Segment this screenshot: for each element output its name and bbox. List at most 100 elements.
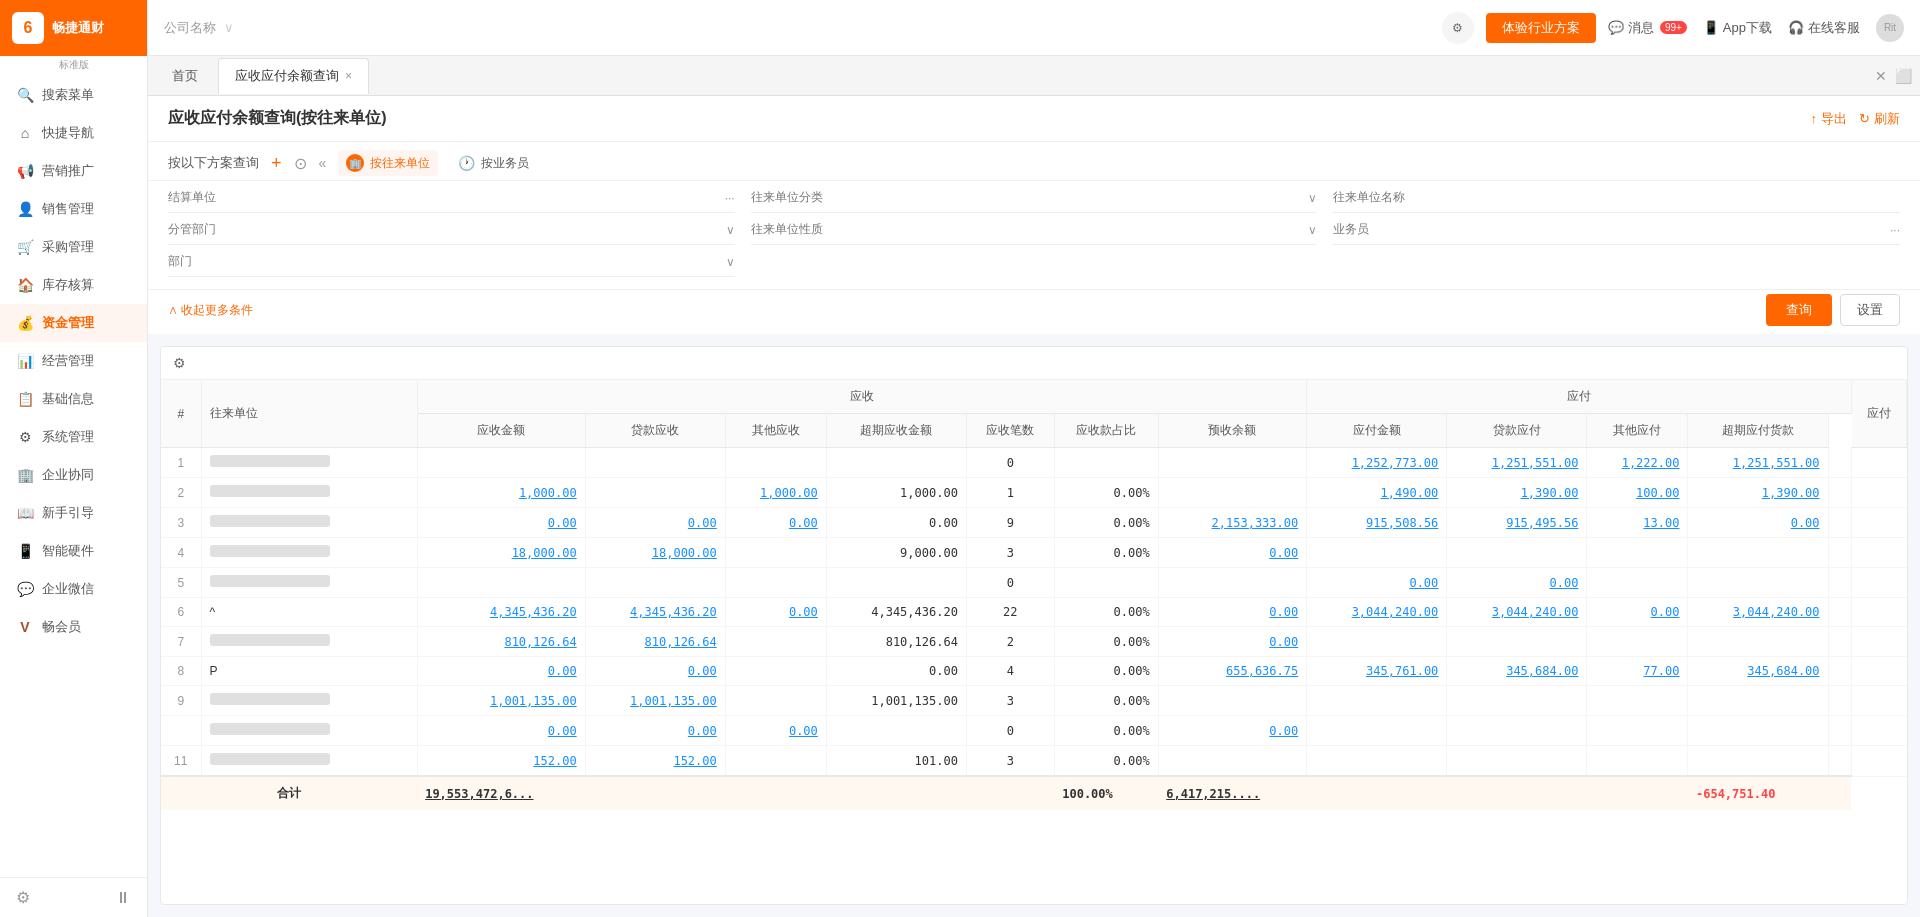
sidebar-item-search[interactable]: 🔍 搜索菜单 xyxy=(0,76,147,114)
table-cell[interactable]: 4,345,436.20 xyxy=(417,598,585,627)
partner-name-input[interactable] xyxy=(1413,191,1900,205)
table-cell[interactable]: 810,126.64 xyxy=(585,627,725,657)
tab-home[interactable]: 首页 xyxy=(156,58,214,94)
table-cell[interactable]: 1,390.00 xyxy=(1688,478,1828,508)
add-scheme-icon[interactable]: + xyxy=(271,153,282,174)
promo-button[interactable]: 体验行业方案 xyxy=(1486,13,1596,43)
table-cell[interactable]: 0.00 xyxy=(417,657,585,686)
sidebar-item-purchase[interactable]: 🛒 采购管理 xyxy=(0,228,147,266)
table-cell[interactable]: 0.00 xyxy=(585,657,725,686)
table-cell[interactable]: 1,490.00 xyxy=(1307,478,1447,508)
service-button[interactable]: 🎧 在线客服 xyxy=(1788,19,1860,37)
sidebar-item-system[interactable]: ⚙ 系统管理 xyxy=(0,418,147,456)
sidebar-item-quick[interactable]: ⌂ 快捷导航 xyxy=(0,114,147,152)
table-cell[interactable]: 0.00 xyxy=(1158,538,1307,568)
table-cell[interactable]: 0.00 xyxy=(1158,716,1307,746)
table-cell[interactable]: 0.00 xyxy=(725,598,826,627)
scheme-by-salesperson[interactable]: 🕐 按业务员 xyxy=(450,151,537,176)
table-cell[interactable]: 0.00 xyxy=(585,508,725,538)
sidebar-item-finance[interactable]: 💰 资金管理 xyxy=(0,304,147,342)
table-cell[interactable]: 345,761.00 xyxy=(1307,657,1447,686)
app-download-button[interactable]: 📱 App下载 xyxy=(1703,19,1772,37)
table-cell[interactable]: 3,044,240.00 xyxy=(1307,598,1447,627)
table-cell[interactable]: 915,508.56 xyxy=(1307,508,1447,538)
table-cell[interactable]: 1,222.00 xyxy=(1587,448,1688,478)
collapse-sidebar-icon[interactable]: ⏸ xyxy=(115,889,131,907)
tab-close-icon[interactable]: × xyxy=(345,70,352,82)
dept-input[interactable] xyxy=(228,223,726,237)
settlement-input[interactable] xyxy=(228,191,725,205)
table-cell[interactable]: 1,001,135.00 xyxy=(585,686,725,716)
table-cell[interactable]: 4,345,436.20 xyxy=(585,598,725,627)
table-cell[interactable]: 0.00 xyxy=(1307,568,1447,598)
table-cell[interactable]: 1,251,551.00 xyxy=(1688,448,1828,478)
footer-prepaid-balance[interactable]: 6,417,215.... xyxy=(1158,776,1307,810)
table-cell[interactable]: 0.00 xyxy=(1688,508,1828,538)
table-cell[interactable]: 0.00 xyxy=(725,508,826,538)
table-cell[interactable]: 345,684.00 xyxy=(1688,657,1828,686)
table-cell[interactable]: 810,126.64 xyxy=(417,627,585,657)
sidebar-item-operation[interactable]: 📊 经营管理 xyxy=(0,342,147,380)
table-cell[interactable]: 0.00 xyxy=(585,716,725,746)
partner-category-arrow[interactable]: ∨ xyxy=(1308,191,1317,205)
scheme-collapse-icon[interactable]: « xyxy=(319,155,327,171)
dept-arrow[interactable]: ∨ xyxy=(726,223,735,237)
table-cell[interactable]: 77.00 xyxy=(1587,657,1688,686)
footer-receivable-amount[interactable]: 19,553,472,6... xyxy=(417,776,585,810)
query-button[interactable]: 查询 xyxy=(1766,294,1832,326)
table-cell[interactable]: 13.00 xyxy=(1587,508,1688,538)
partner-nature-input[interactable] xyxy=(831,223,1309,237)
table-cell[interactable]: 3,044,240.00 xyxy=(1688,598,1828,627)
scheme-by-partner[interactable]: 🏢 按往来单位 xyxy=(338,150,438,176)
tab-receivable[interactable]: 应收应付余额查询 × xyxy=(218,58,369,94)
table-cell[interactable]: 0.00 xyxy=(417,508,585,538)
settlement-dots[interactable]: ··· xyxy=(725,191,735,205)
header-settings-button[interactable]: ⚙ xyxy=(1442,12,1474,44)
sidebar-item-corp[interactable]: 🏢 企业协同 xyxy=(0,456,147,494)
table-cell[interactable]: 1,001,135.00 xyxy=(417,686,585,716)
message-button[interactable]: 💬 消息 99+ xyxy=(1608,19,1687,37)
section-dept-input[interactable] xyxy=(198,255,726,269)
scheme-settings-icon[interactable]: ⊙ xyxy=(294,154,307,173)
table-cell[interactable]: 0.00 xyxy=(1158,627,1307,657)
table-cell[interactable]: 100.00 xyxy=(1587,478,1688,508)
sidebar-item-hardware[interactable]: 📱 智能硬件 xyxy=(0,532,147,570)
table-cell[interactable]: 1,251,551.00 xyxy=(1447,448,1587,478)
table-cell[interactable]: 0.00 xyxy=(1587,598,1688,627)
partner-category-input[interactable] xyxy=(831,191,1309,205)
user-avatar[interactable]: Rit xyxy=(1876,14,1904,42)
table-cell[interactable]: 1,252,773.00 xyxy=(1307,448,1447,478)
maximize-window-icon[interactable]: ⬜ xyxy=(1895,68,1912,84)
table-cell[interactable]: 345,684.00 xyxy=(1447,657,1587,686)
sidebar-item-wechat[interactable]: 💬 企业微信 xyxy=(0,570,147,608)
table-cell[interactable]: 0.00 xyxy=(725,716,826,746)
salesperson-dots[interactable]: ··· xyxy=(1890,223,1900,237)
sidebar-item-sales[interactable]: 👤 销售管理 xyxy=(0,190,147,228)
sidebar-item-member[interactable]: V 畅会员 xyxy=(0,608,147,646)
table-cell[interactable]: 152.00 xyxy=(417,746,585,777)
table-cell[interactable]: 0.00 xyxy=(417,716,585,746)
table-cell[interactable]: 915,495.56 xyxy=(1447,508,1587,538)
table-cell[interactable]: 655,636.75 xyxy=(1158,657,1307,686)
table-cell[interactable]: 1,000.00 xyxy=(725,478,826,508)
table-cell[interactable]: 0.00 xyxy=(1447,568,1587,598)
table-cell[interactable]: 18,000.00 xyxy=(585,538,725,568)
refresh-button[interactable]: ↻ 刷新 xyxy=(1859,110,1900,128)
table-cell[interactable]: 1,000.00 xyxy=(417,478,585,508)
close-window-icon[interactable]: ✕ xyxy=(1875,68,1887,84)
sidebar-item-basic[interactable]: 📋 基础信息 xyxy=(0,380,147,418)
table-cell[interactable]: 0.00 xyxy=(1158,598,1307,627)
collapse-filter-btn[interactable]: ∧ 收起更多条件 xyxy=(168,302,253,319)
settings-bottom-icon[interactable]: ⚙ xyxy=(16,888,30,907)
section-dept-arrow[interactable]: ∨ xyxy=(726,255,735,269)
table-cell[interactable]: 152.00 xyxy=(585,746,725,777)
sidebar-item-inventory[interactable]: 🏠 库存核算 xyxy=(0,266,147,304)
sidebar-item-marketing[interactable]: 📢 营销推广 xyxy=(0,152,147,190)
table-cell[interactable]: 18,000.00 xyxy=(417,538,585,568)
table-cell[interactable]: 2,153,333.00 xyxy=(1158,508,1307,538)
partner-nature-arrow[interactable]: ∨ xyxy=(1308,223,1317,237)
table-settings-icon[interactable]: ⚙ xyxy=(173,355,186,371)
setting-button[interactable]: 设置 xyxy=(1840,294,1900,326)
salesperson-input[interactable] xyxy=(1393,223,1890,237)
table-cell[interactable]: 1,390.00 xyxy=(1447,478,1587,508)
